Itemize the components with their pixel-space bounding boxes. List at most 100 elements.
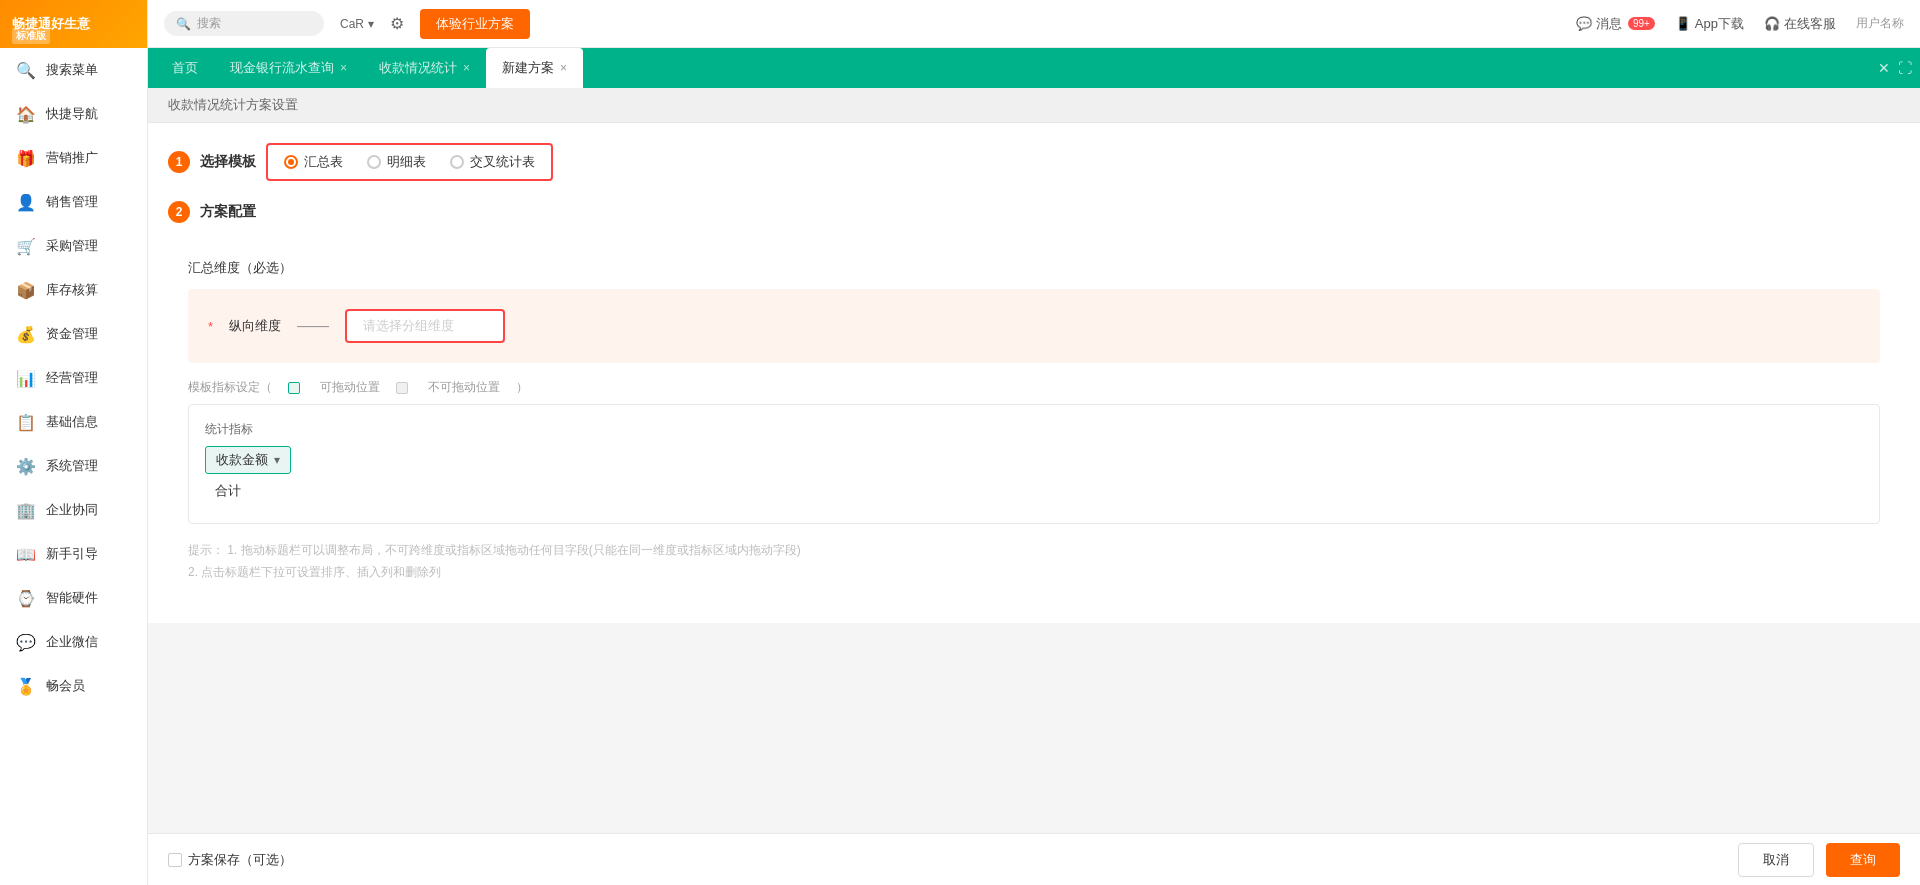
dimension-title: 汇总维度（必选） [188,259,1880,277]
arrow: —— [297,317,329,335]
sidebar-icon-smart-hw: ⌚ [16,589,36,608]
stats-tag[interactable]: 收款金额 ▾ [205,446,291,474]
hint-fixed-label: 不可拖动位置 [428,379,500,396]
sidebar-label-wechat: 企业微信 [46,633,98,651]
sidebar-item-finance[interactable]: 💰资金管理 [0,312,147,356]
sidebar-item-collab[interactable]: 🏢 企业协同 [0,488,147,532]
hint-draggable-label: 可拖动位置 [320,379,380,396]
query-button[interactable]: 查询 [1826,843,1900,877]
page-title: 收款情况统计方案设置 [148,88,1920,123]
sidebar-item-search-menu[interactable]: 🔍搜索菜单 [0,48,147,92]
sidebar: 畅捷通好生意 标准版 🔍搜索菜单🏠快捷导航🎁营销推广👤销售管理🛒采购管理📦库存核… [0,0,148,885]
sidebar-icon-member: 🏅 [16,677,36,696]
gear-icon[interactable]: ⚙ [390,14,404,33]
sidebar-icon-inventory: 📦 [16,281,36,300]
content-area: 收款情况统计方案设置 1 选择模板 汇总表 明细表 [148,88,1920,885]
sidebar-icon-collab: 🏢 [16,501,36,520]
topbar: 🔍 搜索 CaR ▾ ⚙ 体验行业方案 💬 消息 99+ 📱 App下载 🎧 在… [148,0,1920,48]
dimension-placeholder: 请选择分组维度 [363,318,454,333]
sidebar-icon-wechat: 💬 [16,633,36,652]
config-area: 汇总维度（必选） * 纵向维度 —— 请选择分组维度 [168,239,1900,603]
metrics-hint-suffix: ） [516,379,528,396]
tab-home[interactable]: 首页 [156,48,214,88]
message-badge: 99+ [1628,17,1655,30]
radio-cross[interactable]: 交叉统计表 [450,153,535,171]
tab-close-receipts-stats[interactable]: × [463,61,470,75]
step2-header: 2 方案配置 [168,201,1900,223]
sidebar-item-wechat[interactable]: 💬 企业微信 [0,620,147,664]
sidebar-label-member: 畅会员 [46,677,85,695]
message-button[interactable]: 💬 消息 99+ [1576,15,1655,33]
save-label: 方案保存（可选） [188,851,292,869]
sidebar-label-sales: 销售管理 [46,193,98,211]
metrics-hint: 模板指标设定（ 可拖动位置 不可拖动位置 ） [188,379,1880,396]
support-icon: 🎧 [1764,16,1780,31]
sidebar-label-collab: 企业协同 [46,501,98,519]
main-area: 🔍 搜索 CaR ▾ ⚙ 体验行业方案 💬 消息 99+ 📱 App下载 🎧 在… [148,0,1920,885]
trial-button[interactable]: 体验行业方案 [420,9,530,39]
sidebar-icon-system: ⚙️ [16,457,36,476]
stats-tag-row: 收款金额 ▾ [205,446,1863,474]
form-section: 1 选择模板 汇总表 明细表 交叉统计表 [148,123,1920,623]
draggable-indicator [288,382,300,394]
message-icon: 💬 [1576,16,1592,31]
sidebar-label-basic-info: 基础信息 [46,413,98,431]
support-button[interactable]: 🎧 在线客服 [1764,15,1836,33]
topbar-dropdown[interactable]: CaR ▾ [340,17,374,31]
radio-cross-circle [450,155,464,169]
cancel-button[interactable]: 取消 [1738,843,1814,877]
download-icon: 📱 [1675,16,1691,31]
tips-area: 提示： 1. 拖动标题栏可以调整布局，不可跨维度或指标区域拖动任何目字段(只能在… [188,540,1880,583]
sidebar-label-guide: 新手引导 [46,545,98,563]
tip-2: 2. 点击标题栏下拉可设置排序、插入列和删除列 [188,562,1880,584]
save-option: 方案保存（可选） [168,851,292,869]
sidebar-icon-purchase: 🛒 [16,237,36,256]
sidebar-item-operation[interactable]: 📊经营管理 [0,356,147,400]
radio-detail[interactable]: 明细表 [367,153,426,171]
topbar-search[interactable]: 🔍 搜索 [164,11,324,36]
tip-1: 提示： 1. 拖动标题栏可以调整布局，不可跨维度或指标区域拖动任何目字段(只能在… [188,540,1880,562]
app-download-button[interactable]: 📱 App下载 [1675,15,1744,33]
radio-summary-circle [284,155,298,169]
sidebar-icon-search-menu: 🔍 [16,61,36,80]
message-label: 消息 [1596,15,1622,33]
tab-bank-flow[interactable]: 现金银行流水查询 × [214,48,363,88]
sidebar-icon-basic-info: 📋 [16,413,36,432]
sidebar-item-system[interactable]: ⚙️ 系统管理 [0,444,147,488]
radio-detail-circle [367,155,381,169]
save-checkbox[interactable] [168,853,182,867]
bottom-bar: 方案保存（可选） 取消 查询 [148,833,1920,885]
sidebar-item-purchase[interactable]: 🛒采购管理 [0,224,147,268]
search-icon: 🔍 [176,17,191,31]
sidebar-item-inventory[interactable]: 📦库存核算 [0,268,147,312]
tab-label-receipts-stats: 收款情况统计 [379,59,457,77]
tab-label-bank-flow: 现金银行流水查询 [230,59,334,77]
sidebar-item-basic-info[interactable]: 📋 基础信息 [0,400,147,444]
dimension-row: * 纵向维度 —— 请选择分组维度 [208,309,1860,343]
tab-receipts-stats[interactable]: 收款情况统计 × [363,48,486,88]
tab-close-bank-flow[interactable]: × [340,61,347,75]
sidebar-item-marketing[interactable]: 🎁营销推广 [0,136,147,180]
maximize-icon[interactable]: ⛶ [1898,60,1912,76]
fixed-indicator [396,382,408,394]
stats-tag-label: 收款金额 [216,451,268,469]
search-placeholder: 搜索 [197,15,221,32]
sidebar-item-member[interactable]: 🏅 畅会员 [0,664,147,708]
stats-section-title: 统计指标 [205,421,1863,438]
username: 用户名称 [1856,15,1904,32]
tabs-container: 首页现金银行流水查询 × 收款情况统计 × 新建方案 × [156,48,1878,88]
sidebar-item-guide[interactable]: 📖新手引导 [0,532,147,576]
sidebar-label-system: 系统管理 [46,457,98,475]
radio-summary[interactable]: 汇总表 [284,153,343,171]
tab-close-new-plan[interactable]: × [560,61,567,75]
dropdown-text: CaR [340,17,364,31]
sidebar-item-smart-hw[interactable]: ⌚智能硬件 [0,576,147,620]
tab-label-new-plan: 新建方案 [502,59,554,77]
sidebar-item-quick-nav[interactable]: 🏠快捷导航 [0,92,147,136]
dimension-select[interactable]: 请选择分组维度 [345,309,505,343]
sidebar-icon-operation: 📊 [16,369,36,388]
chevron-down-icon: ▾ [368,17,374,31]
tab-new-plan[interactable]: 新建方案 × [486,48,583,88]
sidebar-item-sales[interactable]: 👤销售管理 [0,180,147,224]
close-window-icon[interactable]: ✕ [1878,60,1890,76]
